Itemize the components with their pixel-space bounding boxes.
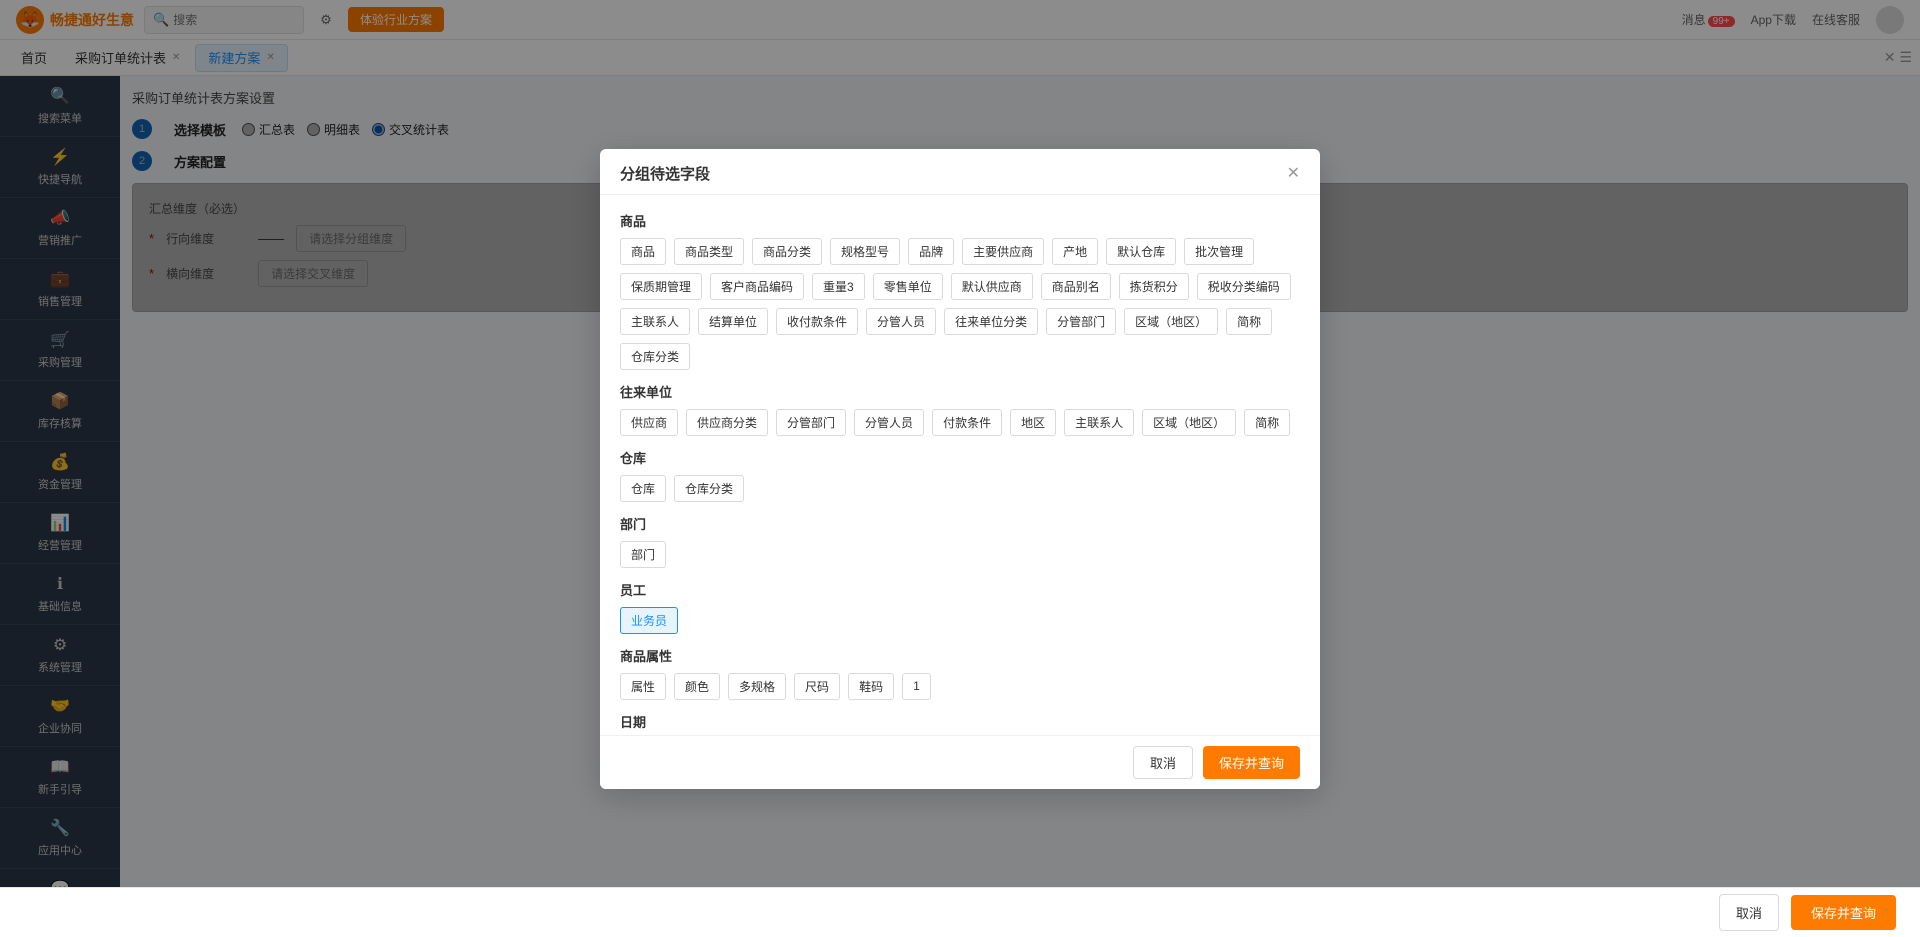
field-tag-settlement-unit[interactable]: 结算单位 [698,308,768,335]
field-tag-main-contact[interactable]: 主联系人 [620,308,690,335]
modal-confirm-button[interactable]: 保存并查询 [1203,746,1300,779]
field-tag-goods-alias[interactable]: 商品别名 [1041,273,1111,300]
field-tag-color[interactable]: 颜色 [674,673,720,700]
field-tags-dept: 部门 [620,541,1300,568]
field-tag-short-name-goods[interactable]: 简称 [1226,308,1272,335]
field-tag-warehouse-category[interactable]: 仓库分类 [674,475,744,502]
section-title-employee: 员工 [620,580,1300,599]
field-tag-multi-spec[interactable]: 多规格 [728,673,786,700]
field-tag-origin[interactable]: 产地 [1052,238,1098,265]
field-tag-goods-type[interactable]: 商品类型 [674,238,744,265]
field-tag-area[interactable]: 地区 [1010,409,1056,436]
field-tags-goods: 商品 商品类型 商品分类 规格型号 品牌 主要供应商 产地 默认仓库 批次管理 … [620,238,1300,370]
field-tag-shelf-life[interactable]: 保质期管理 [620,273,702,300]
save-confirm-button[interactable]: 保存并查询 [1791,895,1896,930]
section-title-product-attr: 商品属性 [620,646,1300,665]
field-tag-tax-code[interactable]: 税收分类编码 [1197,273,1291,300]
field-tag-warehouse-cat-goods[interactable]: 仓库分类 [620,343,690,370]
field-tag-spec-model[interactable]: 规格型号 [830,238,900,265]
field-tag-default-warehouse[interactable]: 默认仓库 [1106,238,1176,265]
field-tag-brand[interactable]: 品牌 [908,238,954,265]
field-tag-supplier-cat[interactable]: 供应商分类 [686,409,768,436]
modal-overlay: 分组待选字段 ✕ 商品 商品 商品类型 商品分类 规格型号 品牌 主要供应商 产… [0,0,1920,937]
section-title-goods: 商品 [620,211,1300,230]
modal-body: 商品 商品 商品类型 商品分类 规格型号 品牌 主要供应商 产地 默认仓库 批次… [600,195,1320,735]
field-tag-size[interactable]: 尺码 [794,673,840,700]
bottom-bar: 取消 保存并查询 [0,887,1920,937]
field-tag-warehouse[interactable]: 仓库 [620,475,666,502]
modal-cancel-button[interactable]: 取消 [1133,746,1193,779]
section-title-warehouse: 仓库 [620,448,1300,467]
field-tag-main-supplier[interactable]: 主要供应商 [962,238,1044,265]
field-tag-dept-supervisor[interactable]: 分管部门 [1046,308,1116,335]
field-tags-warehouse: 仓库 仓库分类 [620,475,1300,502]
field-tag-pick-score[interactable]: 拣货积分 [1119,273,1189,300]
field-tag-goods[interactable]: 商品 [620,238,666,265]
section-title-partner: 往来单位 [620,382,1300,401]
field-tag-goods-category[interactable]: 商品分类 [752,238,822,265]
field-tag-payment-terms[interactable]: 收付款条件 [776,308,858,335]
field-tag-customer-code[interactable]: 客户商品编码 [710,273,804,300]
field-tag-partner-category[interactable]: 往来单位分类 [944,308,1038,335]
field-tags-partner: 供应商 供应商分类 分管部门 分管人员 付款条件 地区 主联系人 区域（地区） … [620,409,1300,436]
field-tag-weight[interactable]: 重量3 [812,273,865,300]
field-tag-salesperson[interactable]: 业务员 [620,607,678,634]
field-select-modal: 分组待选字段 ✕ 商品 商品 商品类型 商品分类 规格型号 品牌 主要供应商 产… [600,149,1320,789]
field-tag-attr-1[interactable]: 1 [902,673,931,700]
field-tag-supervisor[interactable]: 分管人员 [866,308,936,335]
field-tags-employee: 业务员 [620,607,1300,634]
field-tags-product-attr: 属性 颜色 多规格 尺码 鞋码 1 [620,673,1300,700]
field-tag-default-supplier[interactable]: 默认供应商 [951,273,1033,300]
field-tag-attribute[interactable]: 属性 [620,673,666,700]
modal-header: 分组待选字段 ✕ [600,149,1320,195]
field-tag-region-goods[interactable]: 区域（地区） [1124,308,1218,335]
field-tag-short-name-partner[interactable]: 简称 [1244,409,1290,436]
field-tag-batch-mgmt[interactable]: 批次管理 [1184,238,1254,265]
field-tag-region-partner[interactable]: 区域（地区） [1142,409,1236,436]
section-title-dept: 部门 [620,514,1300,533]
field-tag-shoe-size[interactable]: 鞋码 [848,673,894,700]
field-tag-dept[interactable]: 部门 [620,541,666,568]
modal-close-button[interactable]: ✕ [1287,163,1300,183]
field-tag-person-partner[interactable]: 分管人员 [854,409,924,436]
cancel-button[interactable]: 取消 [1719,894,1779,931]
field-tag-supplier[interactable]: 供应商 [620,409,678,436]
field-tag-retail-unit[interactable]: 零售单位 [873,273,943,300]
field-tag-main-contact-partner[interactable]: 主联系人 [1064,409,1134,436]
field-tag-dept-partner[interactable]: 分管部门 [776,409,846,436]
modal-footer: 取消 保存并查询 [600,735,1320,789]
field-tag-payment-cond[interactable]: 付款条件 [932,409,1002,436]
section-title-date: 日期 [620,712,1300,731]
modal-title: 分组待选字段 [620,163,710,184]
